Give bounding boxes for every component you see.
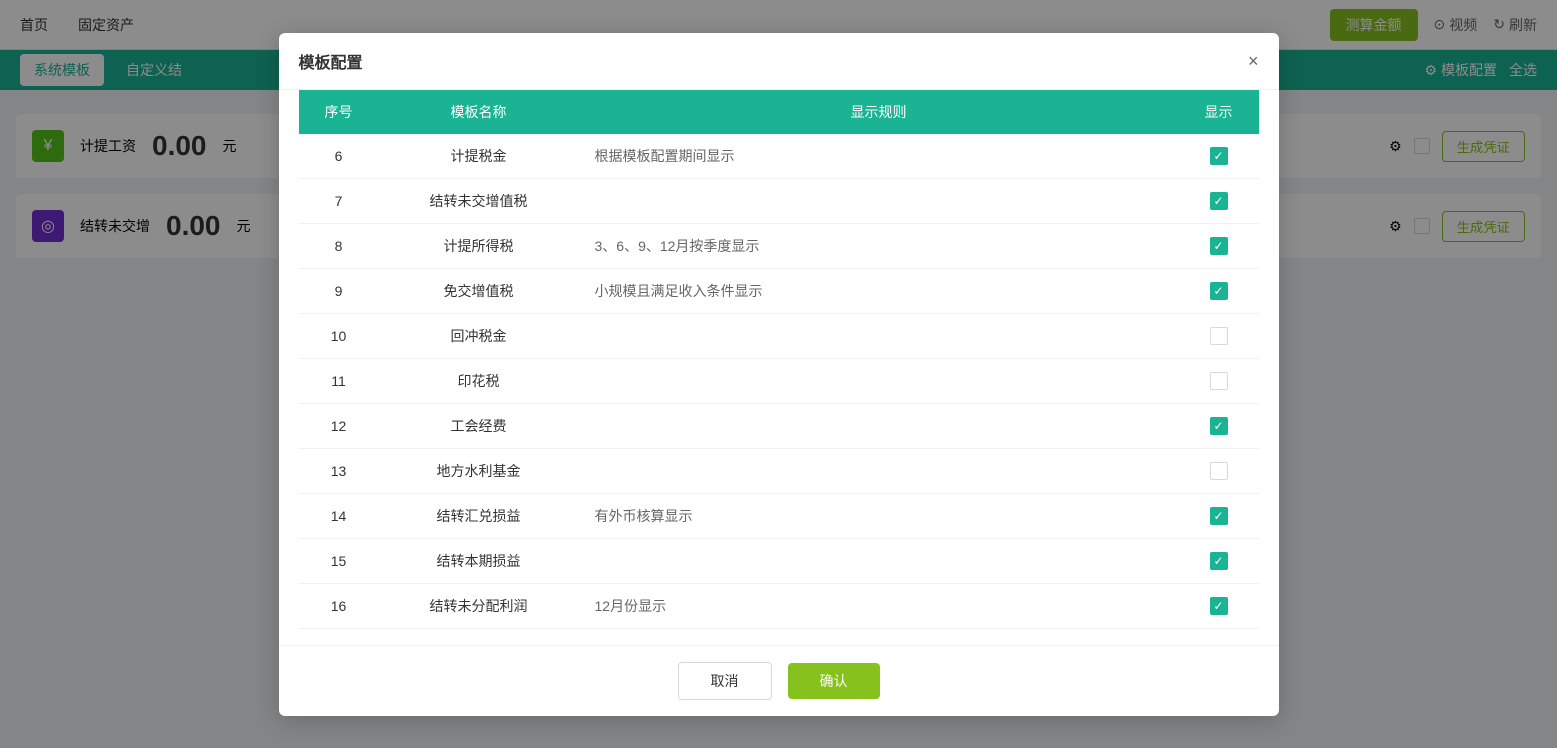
cancel-button[interactable]: 取消 — [678, 662, 772, 700]
cell-rule-7 — [579, 448, 1179, 493]
cell-name-5: 印花税 — [379, 358, 579, 403]
table-row: 16结转未分配利润12月份显示 — [299, 583, 1259, 628]
cell-rule-10: 12月份显示 — [579, 583, 1179, 628]
table-row: 6计提税金根据模板配置期间显示 — [299, 134, 1259, 179]
col-display: 显示 — [1179, 90, 1259, 134]
template-config-modal: 模板配置 × 序号 模板名称 显示规则 显示 6计提税金根据模板配置期间显示7结… — [279, 33, 1279, 716]
table-row: 9免交增值税小规模且满足收入条件显示 — [299, 268, 1259, 313]
checkbox-cell-2 — [1195, 237, 1243, 255]
confirm-button[interactable]: 确认 — [788, 663, 880, 699]
table-row: 7结转未交增值税 — [299, 178, 1259, 223]
cell-name-1: 结转未交增值税 — [379, 178, 579, 223]
checkbox-15[interactable] — [1210, 552, 1228, 570]
cell-rule-1 — [579, 178, 1179, 223]
cell-seq-5: 11 — [299, 358, 379, 403]
cell-rule-5 — [579, 358, 1179, 403]
cell-check-8 — [1179, 493, 1259, 538]
cell-rule-9 — [579, 538, 1179, 583]
cell-seq-8: 14 — [299, 493, 379, 538]
checkbox-cell-10 — [1195, 597, 1243, 615]
modal-overlay: 模板配置 × 序号 模板名称 显示规则 显示 6计提税金根据模板配置期间显示7结… — [0, 0, 1557, 748]
cell-seq-4: 10 — [299, 313, 379, 358]
table-row: 8计提所得税3、6、9、12月按季度显示 — [299, 223, 1259, 268]
modal-body: 序号 模板名称 显示规则 显示 6计提税金根据模板配置期间显示7结转未交增值税8… — [279, 90, 1279, 645]
cell-rule-3: 小规模且满足收入条件显示 — [579, 268, 1179, 313]
cell-check-6 — [1179, 403, 1259, 448]
checkbox-cell-1 — [1195, 192, 1243, 210]
cell-rule-0: 根据模板配置期间显示 — [579, 134, 1179, 179]
cell-seq-7: 13 — [299, 448, 379, 493]
table-row: 10回冲税金 — [299, 313, 1259, 358]
checkbox-cell-8 — [1195, 507, 1243, 525]
cell-seq-6: 12 — [299, 403, 379, 448]
col-name: 模板名称 — [379, 90, 579, 134]
cell-name-3: 免交增值税 — [379, 268, 579, 313]
cell-name-8: 结转汇兑损益 — [379, 493, 579, 538]
checkbox-12[interactable] — [1210, 417, 1228, 435]
cell-check-3 — [1179, 268, 1259, 313]
cell-rule-2: 3、6、9、12月按季度显示 — [579, 223, 1179, 268]
cell-name-0: 计提税金 — [379, 134, 579, 179]
checkbox-16[interactable] — [1210, 597, 1228, 615]
cell-check-0 — [1179, 134, 1259, 179]
checkbox-14[interactable] — [1210, 507, 1228, 525]
checkbox-13[interactable] — [1210, 462, 1228, 480]
checkbox-cell-7 — [1195, 462, 1243, 480]
cell-name-10: 结转未分配利润 — [379, 583, 579, 628]
cell-seq-1: 7 — [299, 178, 379, 223]
checkbox-7[interactable] — [1210, 192, 1228, 210]
checkbox-6[interactable] — [1210, 147, 1228, 165]
cell-name-7: 地方水利基金 — [379, 448, 579, 493]
checkbox-11[interactable] — [1210, 372, 1228, 390]
checkbox-9[interactable] — [1210, 282, 1228, 300]
cell-seq-3: 9 — [299, 268, 379, 313]
cell-rule-8: 有外币核算显示 — [579, 493, 1179, 538]
cell-rule-4 — [579, 313, 1179, 358]
checkbox-cell-0 — [1195, 147, 1243, 165]
table-row: 15结转本期损益 — [299, 538, 1259, 583]
checkbox-8[interactable] — [1210, 237, 1228, 255]
cell-check-9 — [1179, 538, 1259, 583]
table-row: 14结转汇兑损益有外币核算显示 — [299, 493, 1259, 538]
cell-name-6: 工会经费 — [379, 403, 579, 448]
col-seq: 序号 — [299, 90, 379, 134]
checkbox-cell-9 — [1195, 552, 1243, 570]
cell-check-2 — [1179, 223, 1259, 268]
checkbox-10[interactable] — [1210, 327, 1228, 345]
modal-title: 模板配置 — [299, 49, 363, 73]
table-row: 11印花税 — [299, 358, 1259, 403]
table-row: 12工会经费 — [299, 403, 1259, 448]
cell-check-5 — [1179, 358, 1259, 403]
modal-header: 模板配置 × — [279, 33, 1279, 90]
cell-check-7 — [1179, 448, 1259, 493]
cell-name-4: 回冲税金 — [379, 313, 579, 358]
cell-name-2: 计提所得税 — [379, 223, 579, 268]
cell-check-4 — [1179, 313, 1259, 358]
cell-name-9: 结转本期损益 — [379, 538, 579, 583]
cell-rule-6 — [579, 403, 1179, 448]
cell-seq-0: 6 — [299, 134, 379, 179]
modal-footer: 取消 确认 — [279, 645, 1279, 716]
table-header: 序号 模板名称 显示规则 显示 — [299, 90, 1259, 134]
cell-seq-2: 8 — [299, 223, 379, 268]
checkbox-cell-6 — [1195, 417, 1243, 435]
table-row: 13地方水利基金 — [299, 448, 1259, 493]
checkbox-cell-4 — [1195, 327, 1243, 345]
cell-seq-10: 16 — [299, 583, 379, 628]
col-rule: 显示规则 — [579, 90, 1179, 134]
config-table: 序号 模板名称 显示规则 显示 6计提税金根据模板配置期间显示7结转未交增值税8… — [299, 90, 1259, 629]
checkbox-cell-3 — [1195, 282, 1243, 300]
cell-check-10 — [1179, 583, 1259, 628]
modal-close-button[interactable]: × — [1248, 52, 1259, 70]
checkbox-cell-5 — [1195, 372, 1243, 390]
cell-check-1 — [1179, 178, 1259, 223]
cell-seq-9: 15 — [299, 538, 379, 583]
table-body: 6计提税金根据模板配置期间显示7结转未交增值税8计提所得税3、6、9、12月按季… — [299, 134, 1259, 629]
